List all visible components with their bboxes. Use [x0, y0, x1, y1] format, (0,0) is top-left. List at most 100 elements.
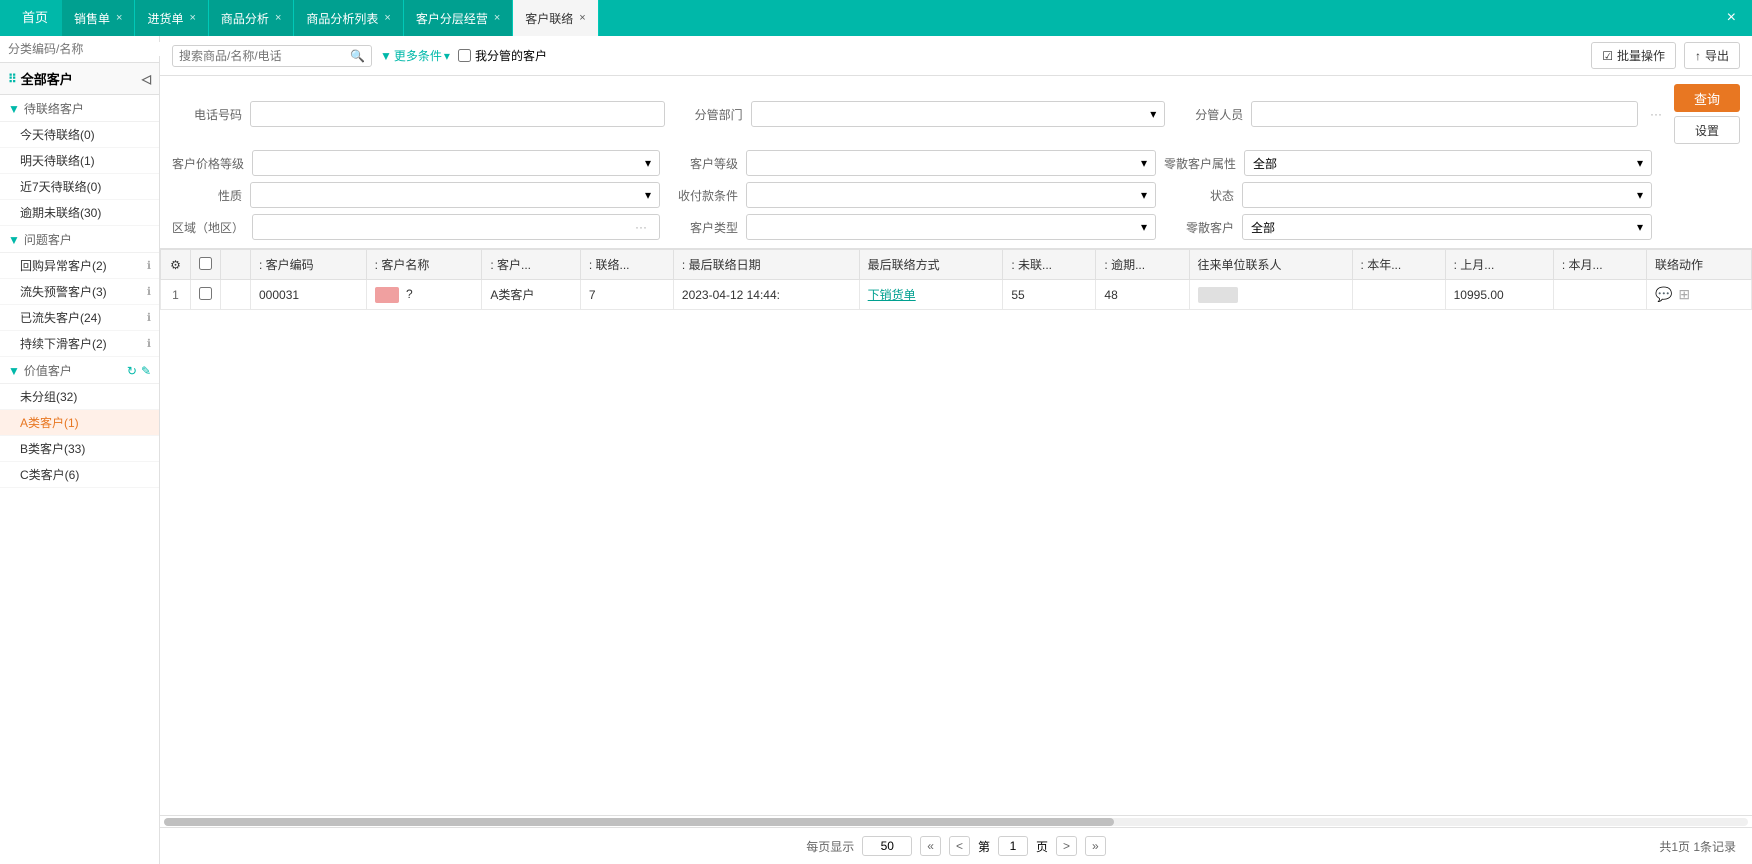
- export-button[interactable]: ↑ 导出: [1684, 42, 1740, 69]
- nav-tab-purchase[interactable]: 进货单 ×: [135, 0, 208, 36]
- sidebar-item-declining[interactable]: 持续下滑客户(2) ℹ: [0, 331, 159, 357]
- query-settings-buttons: 查询 设置: [1674, 84, 1740, 144]
- scrollbar-thumb[interactable]: [164, 818, 1114, 826]
- nav-tab-analysis[interactable]: 商品分析 ×: [209, 0, 294, 36]
- horizontal-scrollbar[interactable]: [160, 815, 1752, 827]
- next-page-button[interactable]: >: [1056, 836, 1077, 856]
- export-label: 导出: [1705, 47, 1729, 64]
- nav-home[interactable]: 首页: [8, 0, 62, 36]
- settings-button[interactable]: 设置: [1674, 116, 1740, 144]
- sidebar-section-pending[interactable]: ▼ 待联络客户: [0, 95, 159, 122]
- current-page-input[interactable]: [998, 836, 1028, 856]
- dept-select[interactable]: ▾: [751, 101, 1166, 127]
- nav-tab-close[interactable]: ×: [579, 12, 585, 24]
- col-last-date[interactable]: : 最后联络日期: [673, 250, 859, 280]
- first-page-button[interactable]: «: [920, 836, 941, 856]
- last-page-button[interactable]: »: [1085, 836, 1106, 856]
- cell-code[interactable]: 000031: [251, 280, 367, 310]
- sidebar-item-overdue[interactable]: 逾期未联络(30): [0, 200, 159, 226]
- col-uncontacted[interactable]: : 未联...: [1003, 250, 1096, 280]
- sidebar-collapse-button[interactable]: ◁: [142, 72, 151, 86]
- nav-tab-sales[interactable]: 销售单 ×: [62, 0, 135, 36]
- sidebar-section-problem[interactable]: ▼ 问题客户: [0, 226, 159, 253]
- sidebar-item-lost[interactable]: 已流失客户(24) ℹ: [0, 305, 159, 331]
- filter-search-input[interactable]: [179, 49, 346, 63]
- customer-level-select[interactable]: ▾: [746, 150, 1156, 176]
- nav-tab-close[interactable]: ×: [384, 12, 390, 24]
- col-this-month[interactable]: : 本月...: [1553, 250, 1646, 280]
- filter-more-conditions[interactable]: ▼ 更多条件 ▾: [380, 47, 450, 64]
- col-settings[interactable]: ⚙: [161, 250, 191, 280]
- col-this-year[interactable]: : 本年...: [1352, 250, 1445, 280]
- batch-ops-button[interactable]: ☑ 批量操作: [1591, 42, 1676, 69]
- region-dots[interactable]: ···: [631, 220, 651, 234]
- col-last-month[interactable]: : 上月...: [1445, 250, 1553, 280]
- retail-customer-select[interactable]: 全部▾: [1242, 214, 1652, 240]
- action-qr-icon[interactable]: ⊞: [1678, 286, 1690, 303]
- my-customers-label: 我分管的客户: [475, 47, 547, 64]
- col-unit-contact[interactable]: 往来单位联系人: [1189, 250, 1352, 280]
- nav-tab-customer-tier[interactable]: 客户分层经营 ×: [404, 0, 513, 36]
- cell-name: ?: [366, 280, 482, 310]
- nav-tab-close[interactable]: ×: [494, 12, 500, 24]
- edit-icon[interactable]: ✎: [141, 364, 151, 378]
- col-code[interactable]: : 客户编码: [251, 250, 367, 280]
- action-chat-icon[interactable]: 💬: [1655, 286, 1672, 303]
- payment-select[interactable]: ▾: [746, 182, 1156, 208]
- sidebar-item-7days[interactable]: 近7天待联络(0): [0, 174, 159, 200]
- select-all-checkbox[interactable]: [199, 257, 212, 270]
- my-customers-checkbox[interactable]: [458, 49, 471, 62]
- dept-label: 分管部门: [673, 106, 743, 123]
- nav-tab-customer-contact[interactable]: 客户联络 ×: [513, 0, 598, 36]
- window-close-button[interactable]: ×: [1719, 9, 1744, 27]
- sidebar-item-abnormal[interactable]: 回购异常客户(2) ℹ: [0, 253, 159, 279]
- cell-this-month: [1553, 280, 1646, 310]
- filter-dept: 分管部门 ▾: [673, 101, 1166, 127]
- status-select[interactable]: ▾: [1242, 182, 1652, 208]
- row-checkbox[interactable]: [199, 287, 212, 300]
- sidebar-item-class-b[interactable]: B类客户(33): [0, 436, 159, 462]
- nature-select[interactable]: ▾: [250, 182, 660, 208]
- sidebar-item-class-c[interactable]: C类客户(6): [0, 462, 159, 488]
- customer-level-label: 客户等级: [668, 155, 738, 172]
- sidebar-item-tomorrow[interactable]: 明天待联络(1): [0, 148, 159, 174]
- refresh-icon[interactable]: ↻: [127, 364, 137, 378]
- col-overdue[interactable]: : 逾期...: [1096, 250, 1189, 280]
- col-contacts[interactable]: : 联络...: [580, 250, 673, 280]
- nav-tab-close[interactable]: ×: [189, 12, 195, 24]
- nav-tab-close[interactable]: ×: [116, 12, 122, 24]
- filter-search-icon[interactable]: 🔍: [350, 49, 365, 63]
- my-customers-checkbox-label[interactable]: 我分管的客户: [458, 47, 547, 64]
- col-type[interactable]: : 客户...: [482, 250, 580, 280]
- phone-label: 电话号码: [172, 106, 242, 123]
- sidebar-search-input[interactable]: [8, 42, 163, 56]
- payment-label: 收付款条件: [668, 187, 738, 204]
- phone-input[interactable]: [250, 101, 665, 127]
- cell-last-method[interactable]: 下销货单: [859, 280, 1003, 310]
- sidebar-item-warning[interactable]: 流失预警客户(3) ℹ: [0, 279, 159, 305]
- nav-tab-close[interactable]: ×: [275, 12, 281, 24]
- price-level-select[interactable]: ▾: [252, 150, 660, 176]
- manager-label: 分管人员: [1173, 106, 1243, 123]
- customer-type-select[interactable]: ▾: [746, 214, 1156, 240]
- manager-input[interactable]: [1251, 101, 1638, 127]
- scrollbar-track: [164, 818, 1748, 826]
- query-button[interactable]: 查询: [1674, 84, 1740, 112]
- sidebar-section-value[interactable]: ▼ 价值客户 ↻ ✎: [0, 357, 159, 384]
- col-name[interactable]: : 客户名称: [366, 250, 482, 280]
- sidebar-search-bar: 🔍: [0, 36, 159, 63]
- section-arrow-icon: ▼: [8, 233, 20, 247]
- page-size-input[interactable]: [862, 836, 912, 856]
- all-customers-label[interactable]: 全部客户: [21, 69, 73, 88]
- prev-page-button[interactable]: <: [949, 836, 970, 856]
- sidebar-item-today[interactable]: 今天待联络(0): [0, 122, 159, 148]
- nav-tab-analysis-list[interactable]: 商品分析列表 ×: [294, 0, 403, 36]
- advanced-filter: 电话号码 分管部门 ▾ 分管人员 ··· 查询 设置: [160, 76, 1752, 249]
- sidebar-item-ungroup[interactable]: 未分组(32): [0, 384, 159, 410]
- manager-dots-button[interactable]: ···: [1646, 107, 1666, 121]
- col-last-method[interactable]: 最后联络方式: [859, 250, 1003, 280]
- region-select[interactable]: ···: [252, 214, 660, 240]
- filter-customer-level: 客户等级 ▾: [668, 150, 1156, 176]
- retail-attr-select[interactable]: 全部▾: [1244, 150, 1652, 176]
- sidebar-item-class-a[interactable]: A类客户(1): [0, 410, 159, 436]
